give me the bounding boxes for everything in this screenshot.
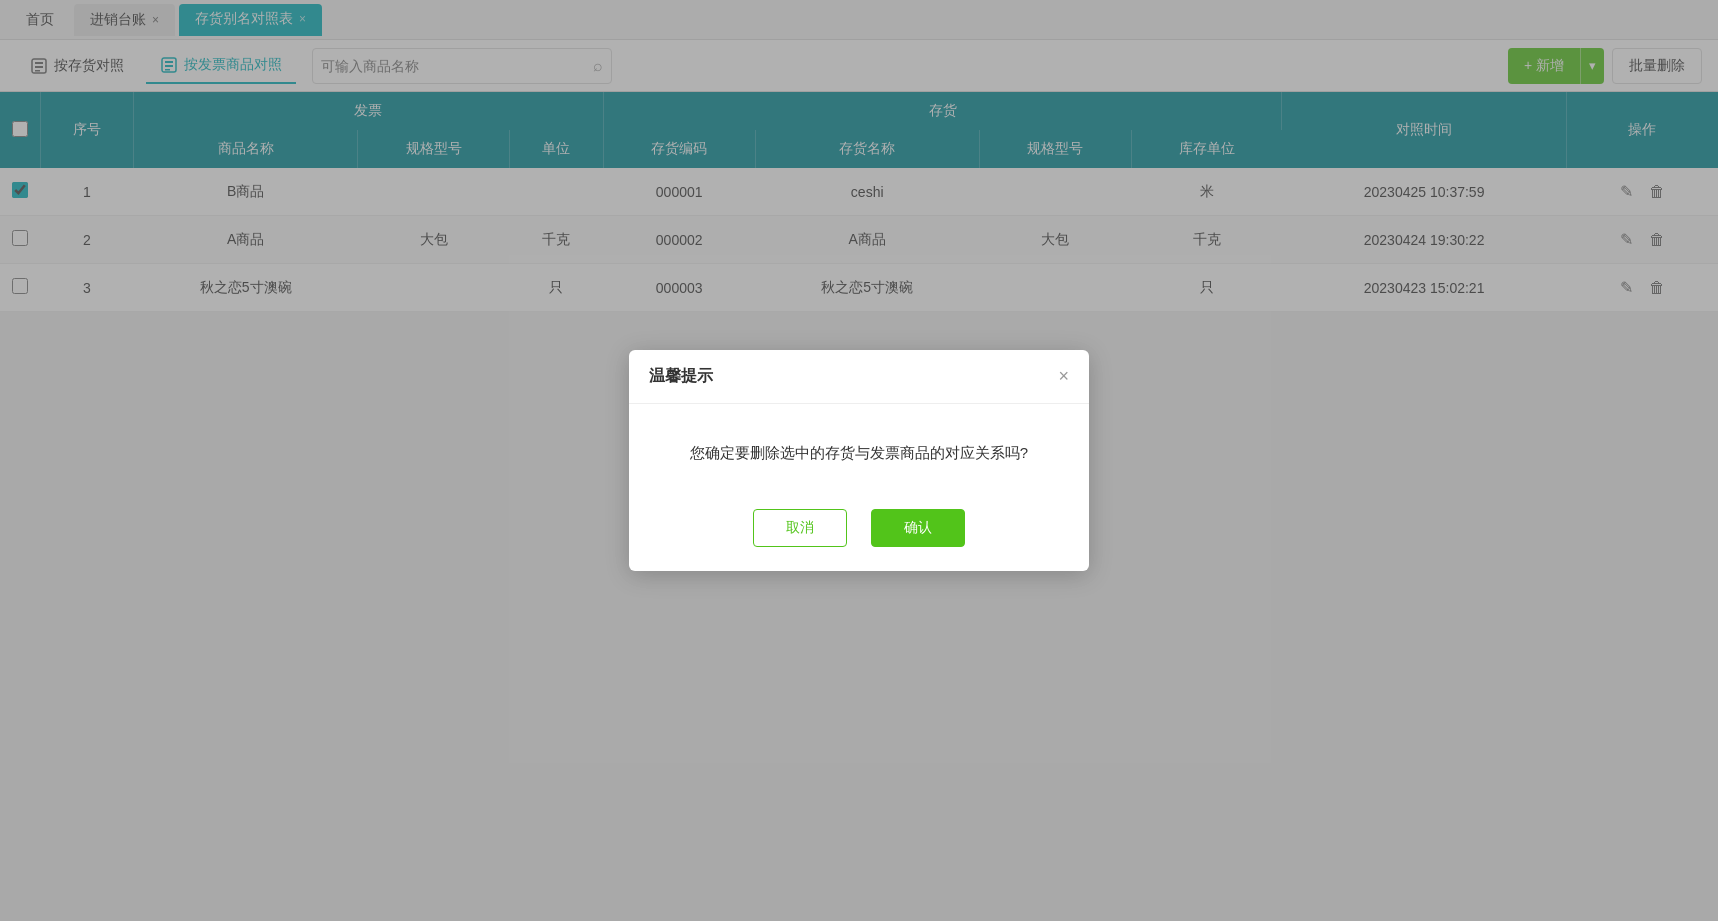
modal-overlay: 温馨提示 × 您确定要删除选中的存货与发票商品的对应关系吗? 取消 确认 xyxy=(0,0,1718,312)
